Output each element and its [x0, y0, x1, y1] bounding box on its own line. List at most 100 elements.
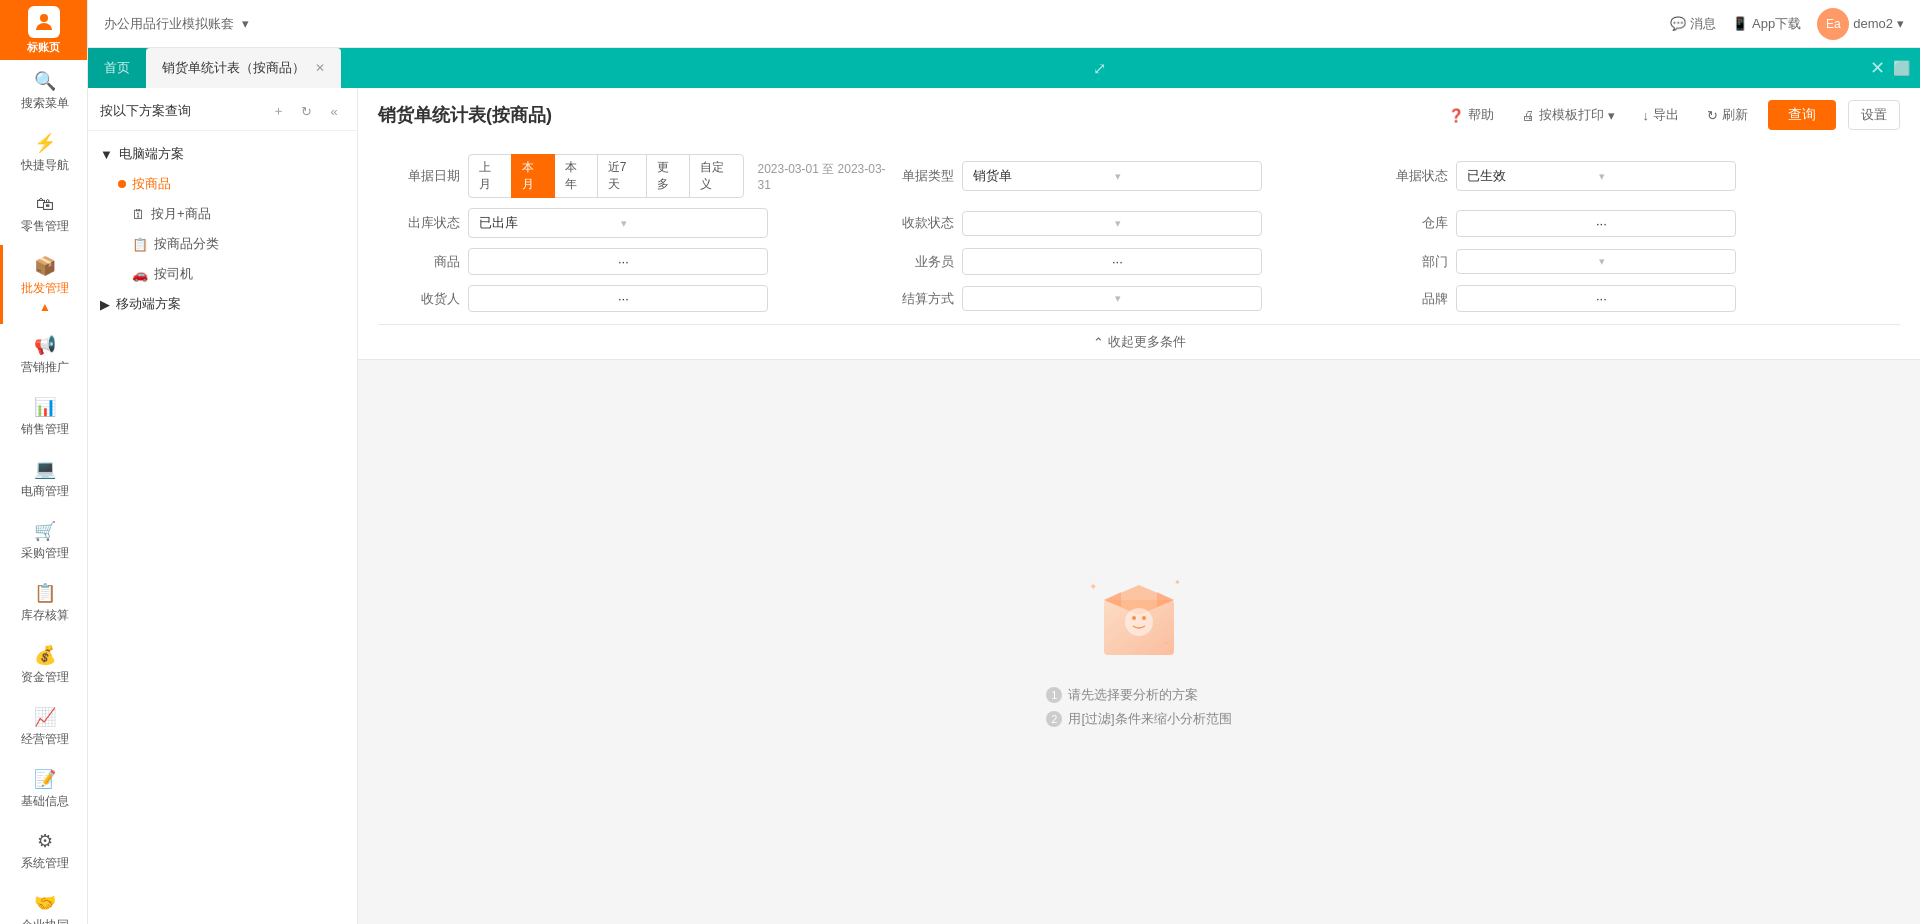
date-label: 单据日期 — [398, 167, 468, 185]
warehouse-status-value: 已出库 — [479, 214, 615, 232]
sidebar-label-quicknav: 快捷导航 — [21, 157, 69, 174]
date-btn-last-month[interactable]: 上月 — [468, 154, 512, 198]
add-scheme-btn[interactable]: ＋ — [267, 100, 289, 122]
filter-row-1: 单据日期 上月 本月 本年 近7天 更多 自定义 2023-03-01 至 20… — [398, 154, 1880, 198]
scheme-by-category[interactable]: 📋 按商品分类 — [88, 229, 357, 259]
dept-control: ▾ — [1456, 249, 1880, 274]
sidebar-item-wholesale[interactable]: 📦 批发管理 ▲ — [0, 245, 87, 324]
date-btn-7days[interactable]: 近7天 — [597, 154, 647, 198]
date-btn-custom[interactable]: 自定义 — [689, 154, 744, 198]
status-select[interactable]: 已生效 ▾ — [1456, 161, 1736, 191]
sidebar-item-operations[interactable]: 📈 经营管理 — [0, 696, 87, 758]
export-btn[interactable]: ↓ 导出 — [1635, 102, 1688, 128]
active-dot — [118, 180, 126, 188]
tab-home[interactable]: 首页 — [88, 48, 146, 88]
sidebar-item-basic[interactable]: 📝 基础信息 — [0, 758, 87, 820]
sidebar-item-search[interactable]: 🔍 搜索菜单 — [0, 60, 87, 122]
warehouse-label: 仓库 — [1386, 214, 1456, 232]
warehouse-select[interactable]: ··· — [1456, 210, 1736, 237]
warehouse-dots[interactable]: ··· — [1592, 216, 1725, 231]
sidebar-item-quicknav[interactable]: ⚡ 快捷导航 — [0, 122, 87, 184]
warehouse-status-label: 出库状态 — [398, 214, 468, 232]
goods-dots[interactable]: ··· — [614, 254, 757, 269]
filter-row-3: 商品 ··· 业务员 ··· — [398, 248, 1880, 275]
tab-maximize-btn[interactable]: ⤢ — [1093, 59, 1118, 78]
settings-btn[interactable]: 设置 — [1848, 100, 1900, 130]
sidebar-label-system: 系统管理 — [21, 855, 69, 872]
sidebar-item-ecommerce[interactable]: 💻 电商管理 — [0, 448, 87, 510]
user-dropdown-icon: ▾ — [1897, 16, 1904, 31]
sales-icon: 📊 — [34, 396, 56, 418]
scheme-group-desktop[interactable]: ▼ 电脑端方案 — [88, 139, 357, 169]
sidebar-item-collab[interactable]: 🤝 企业协同 — [0, 882, 87, 924]
warehouse-status-control: 已出库 ▾ — [468, 208, 892, 238]
brand-dots[interactable]: ··· — [1592, 291, 1725, 306]
collab-icon: 🤝 — [34, 892, 56, 914]
scheme-by-month-goods[interactable]: 🗓 按月+商品 — [88, 199, 357, 229]
payment-method-select[interactable]: ▾ — [962, 286, 1262, 311]
scheme-by-category-label: 按商品分类 — [154, 235, 219, 253]
sidebar-item-purchase[interactable]: 🛒 采购管理 — [0, 510, 87, 572]
payment-status-select[interactable]: ▾ — [962, 211, 1262, 236]
scheme-section: ▼ 电脑端方案 按商品 🗓 按月+商品 📋 按商品分类 🚗 按司机 — [88, 131, 357, 327]
tab-close-window[interactable]: ✕ — [1870, 57, 1885, 79]
wholesale-arrow: ▲ — [39, 300, 51, 314]
inventory-icon: 📋 — [34, 582, 56, 604]
staff-dots[interactable]: ··· — [1108, 254, 1251, 269]
collapse-left-btn[interactable]: « — [323, 100, 345, 122]
sidebar-label-wholesale: 批发管理 — [21, 280, 69, 297]
scheme-by-driver[interactable]: 🚗 按司机 — [88, 259, 357, 289]
purchase-icon: 🛒 — [34, 520, 56, 542]
date-btn-this-month[interactable]: 本月 — [511, 154, 555, 198]
basic-icon: 📝 — [34, 768, 56, 790]
tip-text-2: 用[过滤]条件来缩小分析范围 — [1068, 710, 1231, 728]
sidebar-label-finance: 资金管理 — [21, 669, 69, 686]
svg-point-0 — [40, 14, 48, 22]
tab-maximize-window[interactable]: ⬜ — [1893, 60, 1910, 76]
filter-area: 单据日期 上月 本月 本年 近7天 更多 自定义 2023-03-01 至 20… — [378, 142, 1900, 325]
brand-select[interactable]: ··· — [1456, 285, 1736, 312]
refresh-btn[interactable]: ↻ 刷新 — [1699, 102, 1756, 128]
svg-text:✦: ✦ — [1089, 581, 1097, 592]
sidebar-label-retail: 零售管理 — [21, 218, 69, 235]
topbar-dropdown-icon[interactable]: ▾ — [242, 16, 249, 31]
operations-icon: 📈 — [34, 706, 56, 728]
type-select[interactable]: 销货单 ▾ — [962, 161, 1262, 191]
print-btn[interactable]: 🖨 按模板打印 ▾ — [1514, 102, 1623, 128]
date-btn-more[interactable]: 更多 — [646, 154, 690, 198]
user-profile[interactable]: Ea demo2 ▾ — [1817, 8, 1904, 40]
tab-sales-stats[interactable]: 销货单统计表（按商品） ✕ — [146, 48, 341, 88]
refresh-scheme-btn[interactable]: ↻ — [295, 100, 317, 122]
sidebar-item-system[interactable]: ⚙ 系统管理 — [0, 820, 87, 882]
dept-select[interactable]: ▾ — [1456, 249, 1736, 274]
sidebar-label-basic: 基础信息 — [21, 793, 69, 810]
help-btn[interactable]: ❓ 帮助 — [1440, 102, 1502, 128]
messages-btn[interactable]: 💬 消息 — [1670, 15, 1716, 33]
receiver-select[interactable]: ··· — [468, 285, 768, 312]
scheme-by-category-icon: 📋 — [132, 237, 148, 252]
refresh-icon: ↻ — [1707, 108, 1718, 123]
sidebar-item-sales[interactable]: 📊 销售管理 — [0, 386, 87, 448]
scheme-group-mobile[interactable]: ▶ 移动端方案 — [88, 289, 357, 319]
receiver-dots[interactable]: ··· — [614, 291, 757, 306]
staff-select[interactable]: ··· — [962, 248, 1262, 275]
ecommerce-icon: 💻 — [34, 458, 56, 480]
sidebar-item-marketing[interactable]: 📢 营销推广 — [0, 324, 87, 386]
export-label: 导出 — [1653, 106, 1679, 124]
sidebar-label-collab: 企业协同 — [21, 917, 69, 924]
warehouse-status-select[interactable]: 已出库 ▾ — [468, 208, 768, 238]
brand-label: 品牌 — [1386, 290, 1456, 308]
sidebar-item-inventory[interactable]: 📋 库存核算 — [0, 572, 87, 634]
sidebar-item-retail[interactable]: 🛍 零售管理 — [0, 184, 87, 245]
help-icon: ❓ — [1448, 108, 1464, 123]
filter-row-2: 出库状态 已出库 ▾ 收款状态 ▾ — [398, 208, 1880, 238]
date-btn-this-year[interactable]: 本年 — [554, 154, 598, 198]
goods-select[interactable]: ··· — [468, 248, 768, 275]
sidebar-label-operations: 经营管理 — [21, 731, 69, 748]
scheme-by-goods[interactable]: 按商品 — [88, 169, 357, 199]
query-btn[interactable]: 查询 — [1768, 100, 1836, 130]
download-btn[interactable]: 📱 App下载 — [1732, 15, 1801, 33]
sidebar-item-finance[interactable]: 💰 资金管理 — [0, 634, 87, 696]
tab-close-btn[interactable]: ✕ — [315, 61, 325, 75]
collapse-bar[interactable]: ⌃ 收起更多条件 — [358, 325, 1920, 360]
